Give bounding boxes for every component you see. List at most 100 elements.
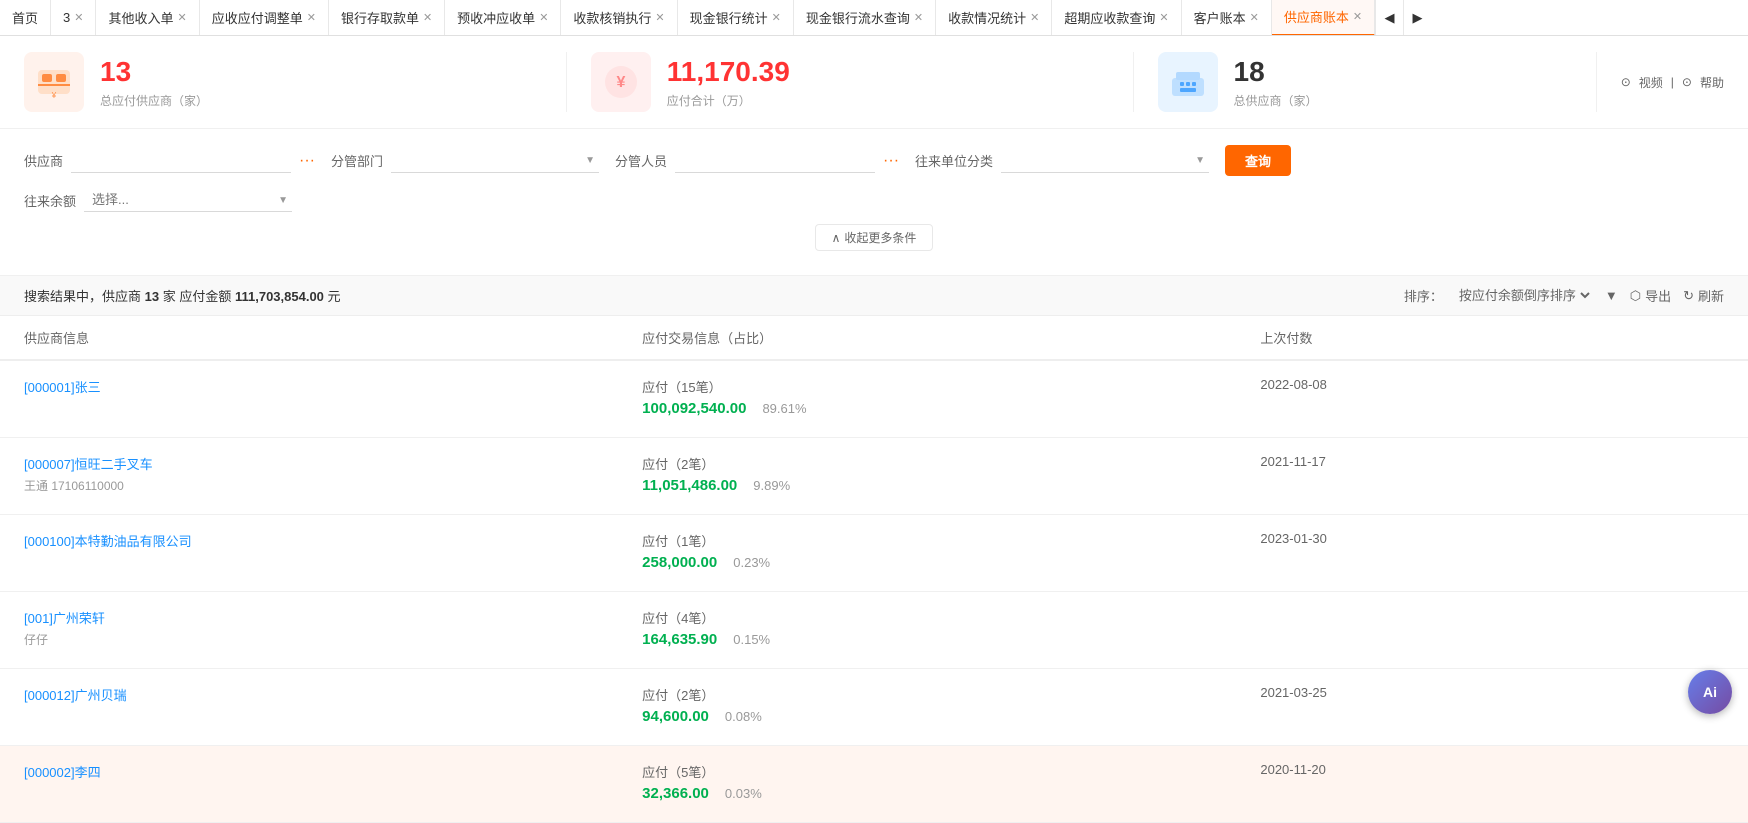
balance-input[interactable] bbox=[84, 188, 292, 212]
last-pay-0: 2022-08-08 bbox=[1260, 377, 1327, 392]
stat-number-payable-amount: 11,170.39 bbox=[667, 55, 790, 89]
tx-percent-0: 89.61% bbox=[762, 401, 806, 416]
nav-tab-customer[interactable]: 客户账本 ✕ bbox=[1182, 0, 1272, 36]
nav-tab-other-income-label: 其他收入单 bbox=[108, 8, 173, 27]
stat-text-payable-suppliers: 13 总应付供应商（家） bbox=[100, 55, 208, 110]
cell-tx-2: 应付（1笔） 258,000.00 0.23% bbox=[642, 531, 1260, 575]
last-pay-1: 2021-11-17 bbox=[1260, 454, 1326, 469]
supplier-link-4[interactable]: [000012]广州贝瑞 bbox=[24, 688, 127, 703]
nav-tab-payment-close[interactable]: ✕ bbox=[655, 11, 664, 24]
nav-tab-home[interactable]: 首页 bbox=[0, 0, 51, 36]
cell-supplier-3: [001]广州荣轩 仔仔 bbox=[24, 608, 642, 648]
nav-tab-ar-ap-close[interactable]: ✕ bbox=[307, 11, 316, 24]
nav-tab-3[interactable]: 3 ✕ bbox=[51, 0, 96, 36]
nav-tab-3-label: 3 bbox=[63, 10, 70, 25]
nav-next-arrow[interactable]: ▶ bbox=[1403, 0, 1431, 36]
nav-tab-customer-close[interactable]: ✕ bbox=[1250, 11, 1259, 24]
cell-lastpay-2: 2023-01-30 bbox=[1260, 531, 1724, 546]
category-input[interactable] bbox=[1001, 149, 1209, 173]
supplier-link-2[interactable]: [000100]本特勤油品有限公司 bbox=[24, 534, 192, 549]
nav-tab-bank-close[interactable]: ✕ bbox=[423, 11, 432, 24]
tx-amount-0[interactable]: 100,092,540.00 bbox=[642, 400, 746, 417]
tx-amount-4[interactable]: 94,600.00 bbox=[642, 708, 709, 725]
nav-tab-other-income-close[interactable]: ✕ bbox=[177, 11, 186, 24]
nav-tab-other-income[interactable]: 其他收入单 ✕ bbox=[96, 0, 199, 36]
tx-row-2: 258,000.00 0.23% bbox=[642, 550, 1260, 575]
cell-lastpay-1: 2021-11-17 bbox=[1260, 454, 1724, 469]
table-row: [000001]张三 应付（15笔） 100,092,540.00 89.61%… bbox=[0, 361, 1748, 438]
dept-input[interactable] bbox=[391, 149, 599, 173]
nav-tab-overdue[interactable]: 超期应收款查询 ✕ bbox=[1052, 0, 1181, 36]
supplier-dots[interactable]: ··· bbox=[299, 152, 315, 170]
nav-tab-supplier[interactable]: 供应商账本 ✕ bbox=[1272, 0, 1375, 36]
table-row: [000012]广州贝瑞 应付（2笔） 94,600.00 0.08% 2021… bbox=[0, 669, 1748, 746]
person-input[interactable] bbox=[675, 149, 875, 173]
stat-block-payable-amount: ¥ 11,170.39 应付合计（万） bbox=[591, 52, 1134, 112]
collapse-label: 收起更多条件 bbox=[844, 229, 916, 246]
supplier-link-1[interactable]: [000007]恒旺二手叉车 bbox=[24, 457, 153, 472]
nav-prev-arrow[interactable]: ◀ bbox=[1375, 0, 1403, 36]
separator: | bbox=[1671, 75, 1674, 89]
sort-select[interactable]: 按应付余额倒序排序 bbox=[1455, 287, 1593, 304]
nav-tab-cash-stat-label: 现金银行统计 bbox=[690, 8, 768, 27]
cell-lastpay-4: 2021-03-25 bbox=[1260, 685, 1724, 700]
collapse-button[interactable]: ∧ 收起更多条件 bbox=[815, 224, 934, 251]
nav-tab-pre-receive-close[interactable]: ✕ bbox=[539, 11, 548, 24]
last-pay-4: 2021-03-25 bbox=[1260, 685, 1327, 700]
filter-person: 分管人员 ··· bbox=[615, 149, 899, 173]
nav-tab-ar-ap-label: 应收应付调整单 bbox=[212, 8, 303, 27]
last-pay-2: 2023-01-30 bbox=[1260, 531, 1327, 546]
result-amount: 111,703,854.00 bbox=[235, 289, 324, 304]
nav-tab-bank[interactable]: 银行存取款单 ✕ bbox=[329, 0, 445, 36]
filter-row-2: 往来余额 ▼ bbox=[24, 188, 1724, 212]
person-dots[interactable]: ··· bbox=[883, 152, 899, 170]
export-button[interactable]: ⬡ 导出 bbox=[1630, 286, 1671, 305]
stat-label-payable-suppliers: 总应付供应商（家） bbox=[100, 92, 208, 109]
nav-tab-cash-flow-close[interactable]: ✕ bbox=[914, 11, 923, 24]
nav-tab-pre-receive[interactable]: 预收冲应收单 ✕ bbox=[445, 0, 561, 36]
stat-icon-suppliers: ¥ bbox=[24, 52, 84, 112]
nav-tab-receipt-close[interactable]: ✕ bbox=[1030, 11, 1039, 24]
supplier-link-3[interactable]: [001]广州荣轩 bbox=[24, 611, 105, 626]
nav-tab-ar-ap[interactable]: 应收应付调整单 ✕ bbox=[200, 0, 329, 36]
refresh-button[interactable]: ↻ 刷新 bbox=[1683, 286, 1724, 305]
tx-amount-2[interactable]: 258,000.00 bbox=[642, 554, 717, 571]
nav-tab-3-close[interactable]: ✕ bbox=[74, 11, 83, 24]
tx-row-1: 11,051,486.00 9.89% bbox=[642, 473, 1260, 498]
nav-tab-payment[interactable]: 收款核销执行 ✕ bbox=[561, 0, 677, 36]
tx-row-4: 94,600.00 0.08% bbox=[642, 704, 1260, 729]
tx-row-0: 100,092,540.00 89.61% bbox=[642, 396, 1260, 421]
stat-number-total-suppliers: 18 bbox=[1234, 55, 1318, 89]
nav-tab-pre-receive-label: 预收冲应收单 bbox=[457, 8, 535, 27]
filter-balance: 往来余额 ▼ bbox=[24, 188, 292, 212]
search-button[interactable]: 查询 bbox=[1225, 145, 1291, 176]
cell-tx-1: 应付（2笔） 11,051,486.00 9.89% bbox=[642, 454, 1260, 498]
video-icon: ⊙ bbox=[1621, 75, 1631, 89]
stat-block-total-suppliers: 18 总供应商（家） bbox=[1158, 52, 1597, 112]
nav-tab-cash-stat-close[interactable]: ✕ bbox=[772, 11, 781, 24]
cell-tx-3: 应付（4笔） 164,635.90 0.15% bbox=[642, 608, 1260, 652]
dept-label: 分管部门 bbox=[331, 151, 383, 170]
nav-tab-cash-flow[interactable]: 现金银行流水查询 ✕ bbox=[794, 0, 936, 36]
result-middle: 家 应付金额 bbox=[163, 289, 232, 304]
nav-tab-cash-stat[interactable]: 现金银行统计 ✕ bbox=[678, 0, 794, 36]
refresh-label: 刷新 bbox=[1698, 286, 1724, 305]
cell-lastpay-0: 2022-08-08 bbox=[1260, 377, 1724, 392]
help-link[interactable]: 帮助 bbox=[1700, 74, 1724, 91]
cell-supplier-2: [000100]本特勤油品有限公司 bbox=[24, 531, 642, 550]
tx-amount-3[interactable]: 164,635.90 bbox=[642, 631, 717, 648]
supplier-link-5[interactable]: [000002]李四 bbox=[24, 765, 101, 780]
tx-label-4: 应付（2笔） bbox=[642, 685, 1260, 704]
svg-text:¥: ¥ bbox=[616, 74, 625, 91]
tx-label-2: 应付（1笔） bbox=[642, 531, 1260, 550]
balance-select-wrap: ▼ bbox=[84, 188, 292, 212]
video-link[interactable]: 视频 bbox=[1639, 74, 1663, 91]
nav-tab-receipt[interactable]: 收款情况统计 ✕ bbox=[936, 0, 1052, 36]
nav-tab-overdue-close[interactable]: ✕ bbox=[1159, 11, 1168, 24]
supplier-link-0[interactable]: [000001]张三 bbox=[24, 380, 101, 395]
tx-amount-1[interactable]: 11,051,486.00 bbox=[642, 477, 737, 494]
filter-category: 往来单位分类 ▼ bbox=[915, 149, 1209, 173]
supplier-input[interactable] bbox=[71, 149, 291, 173]
ai-button[interactable]: Ai bbox=[1688, 670, 1732, 714]
nav-tab-supplier-close[interactable]: ✕ bbox=[1353, 10, 1362, 23]
